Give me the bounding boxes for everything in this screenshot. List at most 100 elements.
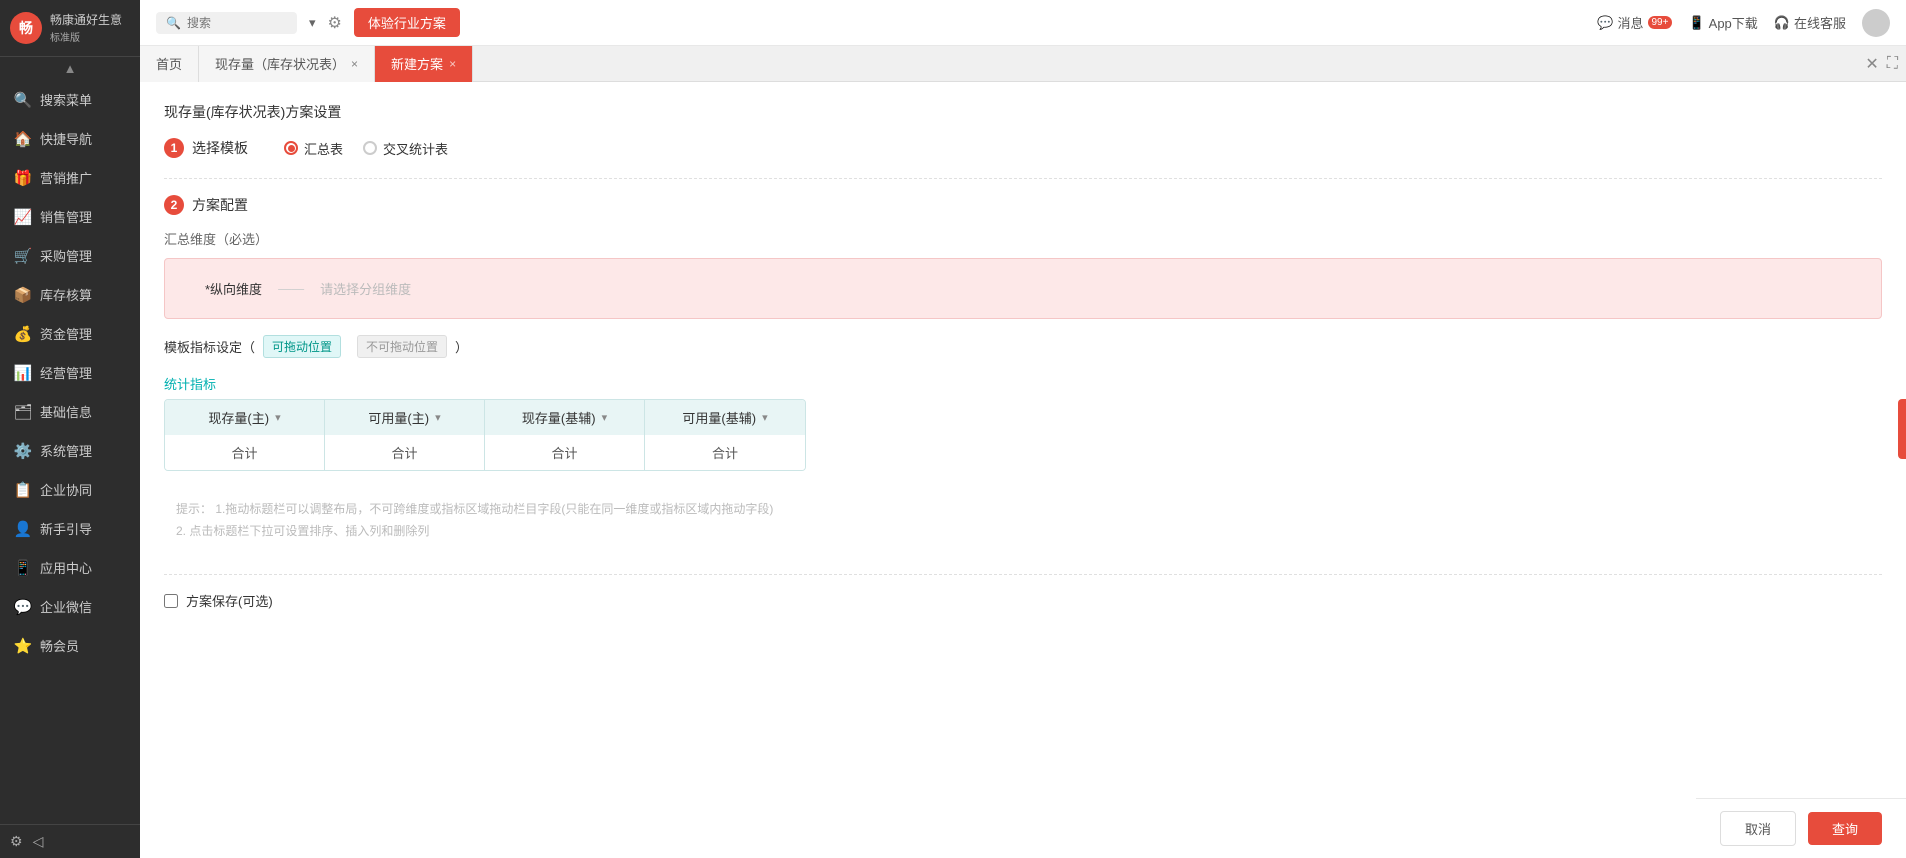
tab-inventory-close[interactable]: × — [351, 57, 358, 71]
topbar: 🔍 ▾ ⚙ 体验行业方案 💬 消息 99+ 📱 App下载 🎧 在线客服 — [140, 0, 1906, 46]
tab-expand-icon[interactable]: ⛶ — [1887, 55, 1898, 73]
sidebar-item-operation[interactable]: 📊 经营管理 — [0, 353, 140, 392]
sidebar-item-basic[interactable]: 🗂 基础信息 — [0, 392, 140, 431]
radio-cross[interactable]: 交叉统计表 — [363, 139, 448, 158]
sidebar-label-search: 搜索菜单 — [40, 90, 92, 109]
cell-2-val: 合计 — [551, 443, 577, 462]
template-options: 汇总表 交叉统计表 — [284, 139, 448, 158]
content-area: 现存量(库存状况表)方案设置 1 选择模板 汇总表 交叉统计表 — [140, 82, 1906, 858]
col-header-1-dropdown[interactable]: ▾ — [435, 411, 441, 424]
radio-summary-label: 汇总表 — [304, 139, 343, 158]
indicator-config: 模板指标设定（ 可拖动位置 不可拖动位置 ） — [164, 335, 1882, 358]
tab-close-icon[interactable]: ✕ — [1865, 54, 1878, 74]
sidebar-item-member[interactable]: ⭐ 畅会员 — [0, 626, 140, 665]
topbar-dropdown[interactable]: ▾ — [309, 15, 316, 31]
search-input[interactable] — [187, 16, 287, 30]
tab-home[interactable]: 首页 — [140, 46, 199, 82]
sidebar-icon-inventory: 📦 — [14, 286, 32, 304]
col-header-2-label: 现存量(基辅) — [522, 408, 596, 427]
industry-btn[interactable]: 体验行业方案 — [354, 8, 460, 37]
cancel-button[interactable]: 取消 — [1720, 811, 1796, 846]
sidebar-icon-contract: 📋 — [14, 481, 32, 499]
sidebar-item-finance[interactable]: 💰 资金管理 — [0, 314, 140, 353]
sidebar-icon-appstore: 📱 — [14, 559, 32, 577]
search-icon: 🔍 — [166, 16, 181, 30]
right-edge-handle[interactable] — [1898, 399, 1906, 459]
tabs-right-actions: ✕ ⛶ — [1865, 54, 1906, 74]
cell-1-val: 合计 — [391, 443, 417, 462]
sidebar-label-finance: 资金管理 — [40, 324, 92, 343]
sidebar-item-newbie[interactable]: 👤 新手引导 — [0, 509, 140, 548]
radio-summary[interactable]: 汇总表 — [284, 139, 343, 158]
app-download-btn[interactable]: 📱 App下载 — [1688, 13, 1757, 32]
indicator-table: 现存量(主) ▾ 可用量(主) ▾ 现存量(基辅) ▾ 可用量(基辅) — [164, 399, 806, 471]
sidebar-item-purchase[interactable]: 🛒 采购管理 — [0, 236, 140, 275]
sidebar-item-marketing[interactable]: 🎁 营销推广 — [0, 158, 140, 197]
col-header-3-dropdown[interactable]: ▾ — [762, 411, 768, 424]
col-header-0-dropdown[interactable]: ▾ — [275, 411, 281, 424]
app-name: 畅康通好生意 — [50, 12, 122, 29]
indicator-table-body: 合计 合计 合计 合计 — [165, 435, 805, 470]
col-header-2: 现存量(基辅) ▾ — [485, 400, 645, 435]
page-title: 现存量(库存状况表)方案设置 — [164, 102, 1882, 122]
sidebar-bottom: ⚙ ◁ — [0, 824, 140, 858]
col-header-1: 可用量(主) ▾ — [325, 400, 485, 435]
sidebar-icon-purchase: 🛒 — [14, 247, 32, 265]
col-header-0: 现存量(主) ▾ — [165, 400, 325, 435]
sidebar-label-shortcut: 快捷导航 — [40, 129, 92, 148]
sidebar-item-search[interactable]: 🔍 搜索菜单 — [0, 80, 140, 119]
sidebar-scroll-up[interactable]: ▲ — [0, 57, 140, 80]
search-bar[interactable]: 🔍 — [156, 12, 297, 34]
vertical-dim-area: *纵向维度 —— 请选择分组维度 — [164, 258, 1882, 319]
dim-required-label: 汇总维度（必选） — [164, 229, 1882, 248]
sidebar-icon-search: 🔍 — [14, 91, 32, 109]
sidebar-label-operation: 经营管理 — [40, 363, 92, 382]
sidebar-item-sales[interactable]: 📈 销售管理 — [0, 197, 140, 236]
sidebar-item-appstore[interactable]: 📱 应用中心 — [0, 548, 140, 587]
sidebar-settings-btn[interactable]: ⚙ — [10, 833, 23, 850]
service-icon: 🎧 — [1774, 15, 1790, 31]
tab-new-scheme-close[interactable]: × — [449, 57, 456, 71]
cell-0: 合计 — [165, 435, 325, 470]
tab-new-scheme-label: 新建方案 — [391, 54, 443, 73]
sidebar-label-newbie: 新手引导 — [40, 519, 92, 538]
msg-icon: 💬 — [1597, 15, 1613, 31]
cell-1: 合计 — [325, 435, 485, 470]
stat-label: 统计指标 — [164, 374, 1882, 393]
topbar-right: 💬 消息 99+ 📱 App下载 🎧 在线客服 — [1597, 9, 1890, 37]
col-header-0-label: 现存量(主) — [208, 408, 269, 427]
col-header-2-dropdown[interactable]: ▾ — [602, 411, 608, 424]
sidebar-item-shortcut[interactable]: 🏠 快捷导航 — [0, 119, 140, 158]
sidebar: 畅 畅康通好生意 标准版 ▲ 🔍 搜索菜单 🏠 快捷导航 🎁 营销推广 📈 销售… — [0, 0, 140, 858]
radio-cross-label: 交叉统计表 — [383, 139, 448, 158]
app-name-block: 畅康通好生意 标准版 — [50, 12, 122, 44]
msg-btn[interactable]: 💬 消息 99+ — [1597, 13, 1672, 32]
sidebar-icon-sales: 📈 — [14, 208, 32, 226]
vertical-dim-line: —— — [278, 281, 304, 296]
service-label: 在线客服 — [1794, 13, 1846, 32]
query-button[interactable]: 查询 — [1808, 812, 1882, 845]
section-config: 2 方案配置 汇总维度（必选） *纵向维度 —— 请选择分组维度 模板指标设定（ — [164, 195, 1882, 554]
settings-gear-icon[interactable]: ⚙ — [327, 13, 341, 33]
sidebar-item-inventory[interactable]: 📦 库存核算 — [0, 275, 140, 314]
indicator-table-header: 现存量(主) ▾ 可用量(主) ▾ 现存量(基辅) ▾ 可用量(基辅) — [165, 400, 805, 435]
sidebar-item-contract[interactable]: 📋 企业协同 — [0, 470, 140, 509]
sidebar-label-inventory: 库存核算 — [40, 285, 92, 304]
save-checkbox[interactable] — [164, 594, 178, 608]
user-avatar[interactable] — [1862, 9, 1890, 37]
indicator-config-text: 模板指标设定（ — [164, 337, 255, 356]
tab-inventory[interactable]: 现存量（库存状况表） × — [199, 46, 375, 82]
tab-new-scheme[interactable]: 新建方案 × — [375, 46, 473, 82]
indicator-config-label: 模板指标设定（ 可拖动位置 不可拖动位置 ） — [164, 335, 1882, 358]
sidebar-item-weixin[interactable]: 💬 企业微信 — [0, 587, 140, 626]
draggable-badge: 可拖动位置 — [263, 335, 341, 358]
app-edition: 标准版 — [50, 29, 122, 44]
sidebar-icon-basic: 🗂 — [14, 403, 32, 421]
sidebar-item-system[interactable]: ⚙️ 系统管理 — [0, 431, 140, 470]
sidebar-label-weixin: 企业微信 — [40, 597, 92, 616]
col-header-3-label: 可用量(基辅) — [682, 408, 756, 427]
online-service-btn[interactable]: 🎧 在线客服 — [1774, 13, 1846, 32]
sidebar-label-basic: 基础信息 — [40, 402, 92, 421]
sidebar-collapse-btn[interactable]: ◁ — [33, 833, 44, 850]
vertical-dim-label: *纵向维度 — [205, 279, 262, 298]
